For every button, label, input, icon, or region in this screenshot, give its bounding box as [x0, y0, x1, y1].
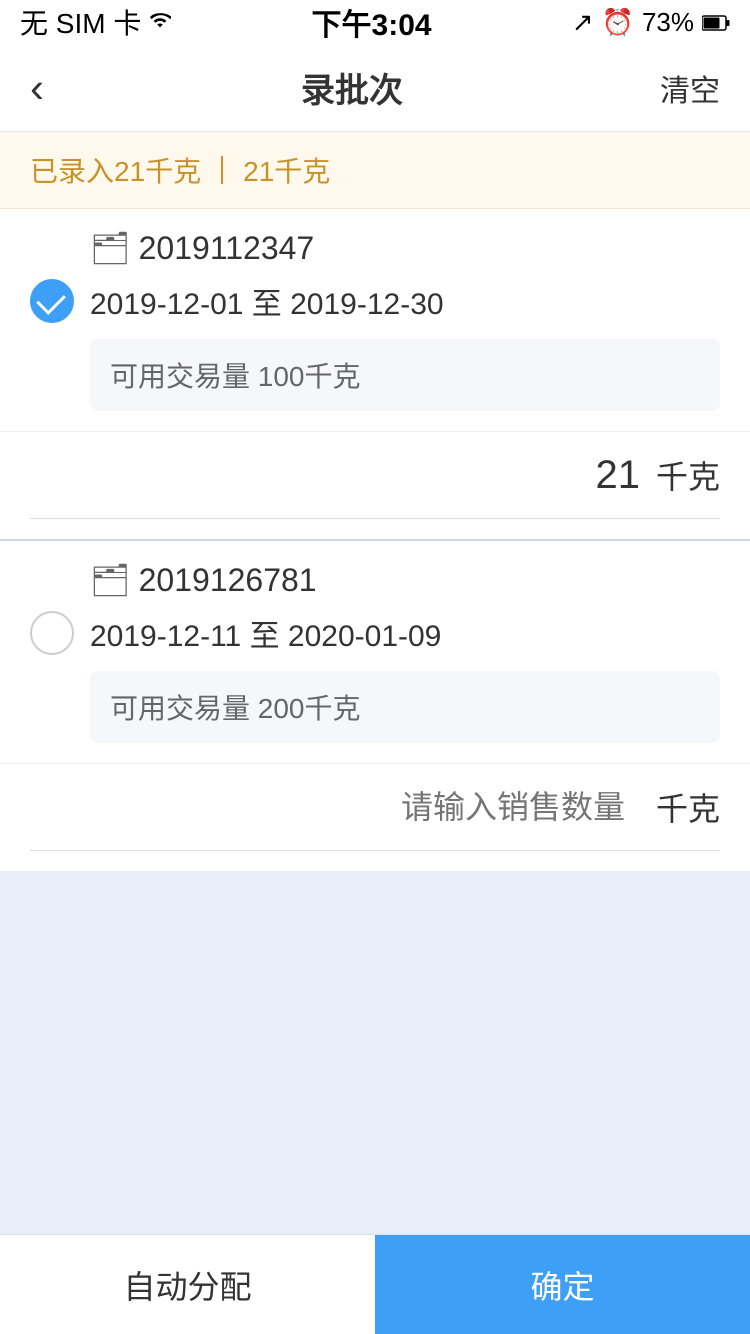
batch-2-icon: 🗂	[90, 561, 131, 599]
batch-card-1-inner: 🗂 2019112347 2019-12-01 至 2019-12-30 可用交…	[0, 209, 750, 431]
battery-label: 73%	[642, 7, 694, 38]
wifi-icon	[149, 6, 171, 38]
batch-1-date: 2019-12-01 至 2019-12-30	[90, 279, 444, 323]
bottom-bg	[0, 871, 750, 1271]
batch-card-2: 🗂 2019126781 2019-12-11 至 2020-01-09 可用交…	[0, 541, 750, 871]
summary-label: 已录入21千克	[30, 150, 201, 190]
batch-1-avail: 可用交易量 100千克	[110, 361, 361, 392]
batch-2-unit: 千克	[656, 784, 720, 830]
clear-button[interactable]: 清空	[660, 66, 720, 110]
summary-banner: 已录入21千克 21千克	[0, 132, 750, 209]
summary-value: 21千克	[243, 150, 330, 190]
batch-2-date: 2019-12-11 至 2020-01-09	[90, 611, 441, 655]
battery-icon	[702, 7, 730, 38]
batch-2-avail: 可用交易量 200千克	[110, 693, 361, 724]
back-button[interactable]: ‹	[30, 67, 44, 109]
batch-card-2-inner: 🗂 2019126781 2019-12-11 至 2020-01-09 可用交…	[0, 541, 750, 763]
batch-1-quantity-row: 21 千克	[0, 431, 750, 518]
summary-divider	[221, 156, 223, 184]
batch-1-avail-row: 可用交易量 100千克	[90, 339, 720, 411]
nav-bar: ‹ 录批次 清空	[0, 44, 750, 132]
batch-2-date-row[interactable]: 2019-12-11 至 2020-01-09	[30, 611, 720, 655]
status-left: 无 SIM 卡	[20, 2, 171, 42]
batch-1-icon: 🗂	[90, 229, 131, 267]
status-bar: 无 SIM 卡 下午3:04 ↗ ⏰ 73%	[0, 0, 750, 44]
batch-2-avail-row: 可用交易量 200千克	[90, 671, 720, 743]
alarm-icon: ⏰	[602, 7, 634, 38]
batch-2-input-row: 千克	[0, 763, 750, 850]
bottom-bar: 自动分配 确定	[0, 1234, 750, 1334]
sim-label: 无 SIM 卡	[20, 2, 141, 42]
batch-1-date-row[interactable]: 2019-12-01 至 2019-12-30	[30, 279, 720, 323]
batch-card-1: 🗂 2019112347 2019-12-01 至 2019-12-30 可用交…	[0, 209, 750, 539]
batch-1-quantity-value: 21	[595, 453, 640, 498]
batch-2-quantity-input[interactable]	[30, 789, 640, 826]
status-time: 下午3:04	[312, 0, 432, 44]
page-title: 录批次	[301, 63, 403, 112]
batch-2-id: 2019126781	[139, 562, 317, 599]
batch-1-quantity-unit: 千克	[656, 452, 720, 498]
status-right: ↗ ⏰ 73%	[572, 7, 730, 38]
auto-distribute-button[interactable]: 自动分配	[0, 1235, 375, 1334]
location-icon: ↗	[572, 7, 594, 38]
batch-1-id-row: 🗂 2019112347	[30, 229, 720, 267]
batch-1-id: 2019112347	[139, 230, 315, 267]
batch-2-id-row: 🗂 2019126781	[30, 561, 720, 599]
confirm-button[interactable]: 确定	[375, 1235, 750, 1334]
batch-1-radio[interactable]	[30, 279, 74, 323]
batch-2-radio[interactable]	[30, 611, 74, 655]
